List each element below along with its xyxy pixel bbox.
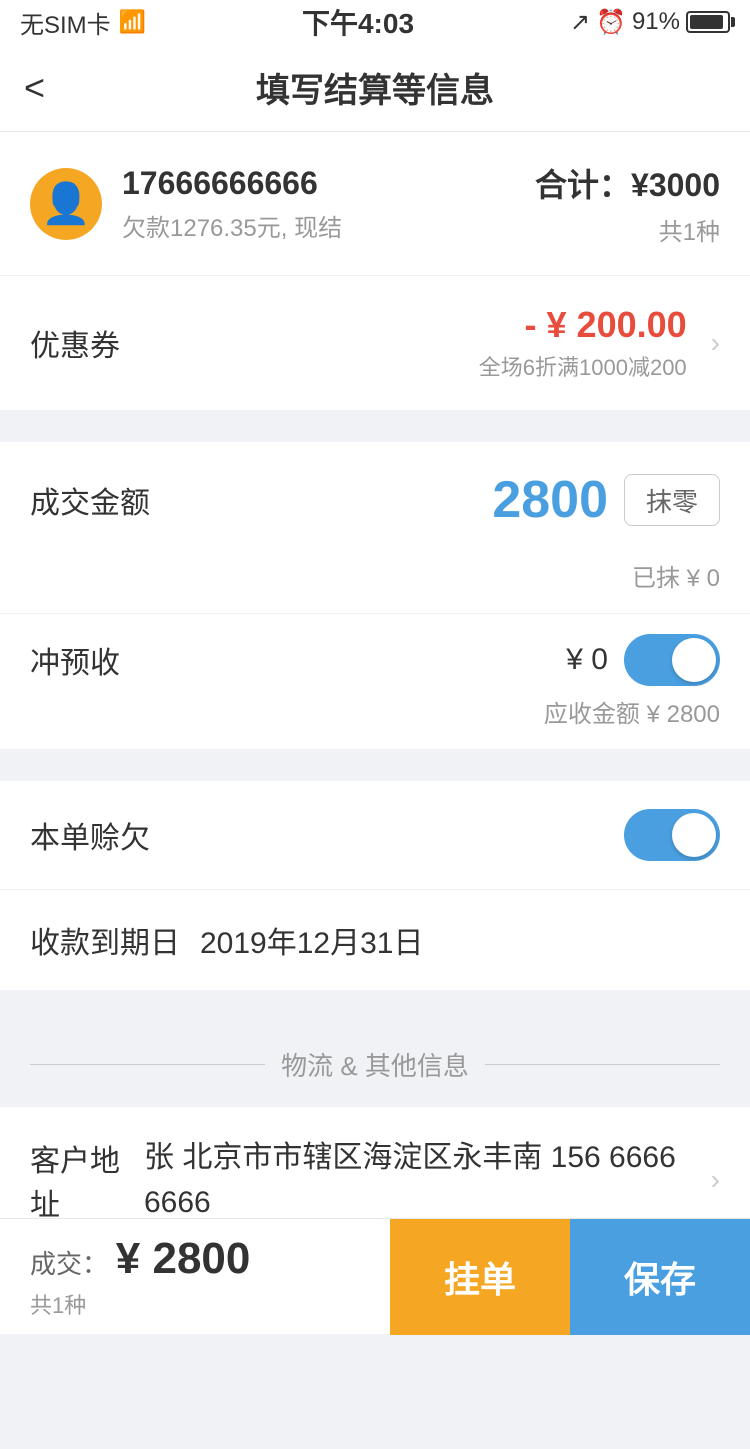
user-info-card: 👤 17666666666 欠款1276.35元, 现结 合计：¥3000 共1… <box>0 132 750 410</box>
bottom-bar: 成交： ¥ 2800 共1种 挂单 保存 <box>0 1218 750 1334</box>
pre-receive-amount: ¥ 0 <box>566 643 608 677</box>
header-line-left <box>30 1064 265 1065</box>
avatar-icon: 👤 <box>41 180 91 227</box>
battery-icon <box>686 11 730 33</box>
user-row: 👤 17666666666 欠款1276.35元, 现结 合计：¥3000 共1… <box>0 132 750 275</box>
total-value: ¥3000 <box>631 167 720 203</box>
user-phone: 17666666666 <box>122 165 535 202</box>
section-divider-1 <box>0 426 750 442</box>
clock-icon: ⏰ <box>596 8 626 37</box>
round-zero-button[interactable]: 抹零 <box>624 474 720 526</box>
battery-fill <box>690 15 723 29</box>
user-info: 17666666666 欠款1276.35元, 现结 <box>122 165 535 243</box>
total-label: 合计： <box>535 167 631 203</box>
save-button[interactable]: 保存 <box>570 1219 750 1335</box>
deal-amount-card: 成交金额 2800 抹零 已抹 ¥ 0 冲预收 ¥ 0 应收金额 ¥ 2800 <box>0 442 750 749</box>
bottom-deal-label: 成交： <box>30 1249 108 1279</box>
page-header: < 填写结算等信息 <box>0 44 750 132</box>
logistics-label: 物流 & 其他信息 <box>281 1046 469 1083</box>
coupon-right-area: - ¥ 200.00 全场6折满1000减200 › <box>120 304 720 382</box>
status-left: 无SIM卡 📶 <box>20 5 146 40</box>
debt-label: 本单赊欠 <box>30 813 624 857</box>
bottom-deal-count: 共1种 <box>30 1288 360 1320</box>
pending-button[interactable]: 挂单 <box>390 1219 570 1335</box>
address-label: 客户地址 <box>30 1136 120 1224</box>
page-title: 填写结算等信息 <box>256 63 494 112</box>
total-amount: 合计：¥3000 <box>535 160 720 206</box>
user-debt: 欠款1276.35元, 现结 <box>122 208 535 243</box>
due-date-row: 收款到期日 2019年12月31日 <box>0 889 750 990</box>
deal-amount-value: 2800 <box>492 470 608 530</box>
section-divider-3 <box>0 1006 750 1022</box>
logistics-section-header: 物流 & 其他信息 <box>0 1022 750 1107</box>
section-divider-2 <box>0 765 750 781</box>
due-date-label: 收款到期日 <box>30 918 180 962</box>
address-chevron-icon: › <box>711 1164 720 1196</box>
pre-receive-right: ¥ 0 <box>120 634 720 686</box>
coupon-row[interactable]: 优惠券 - ¥ 200.00 全场6折满1000减200 › <box>0 275 750 410</box>
location-icon: ↗ <box>570 8 590 37</box>
pre-receive-toggle[interactable] <box>624 634 720 686</box>
pre-receive-row: 冲预收 ¥ 0 <box>0 613 750 694</box>
wifi-icon: 📶 <box>119 9 146 35</box>
status-bar: 无SIM卡 📶 下午4:03 ↗ ⏰ 91% <box>0 0 750 44</box>
avatar: 👤 <box>30 168 102 240</box>
debt-toggle-knob <box>672 813 716 857</box>
status-time: 下午4:03 <box>302 2 414 42</box>
deal-sub-text: 已抹 ¥ 0 <box>0 558 750 613</box>
bottom-deal-amount: ¥ 2800 <box>116 1234 251 1283</box>
bottom-deal-line: 成交： ¥ 2800 <box>30 1234 360 1284</box>
carrier-text: 无SIM卡 <box>20 5 111 40</box>
pre-receive-sub: 应收金额 ¥ 2800 <box>0 694 750 749</box>
coupon-label: 优惠券 <box>30 321 120 365</box>
debt-toggle[interactable] <box>624 809 720 861</box>
due-date-value: 2019年12月31日 <box>200 918 423 962</box>
debt-card: 本单赊欠 收款到期日 2019年12月31日 <box>0 781 750 990</box>
toggle-knob <box>672 638 716 682</box>
total-count: 共1种 <box>535 212 720 247</box>
header-line-right <box>485 1064 720 1065</box>
bottom-summary: 成交： ¥ 2800 共1种 <box>0 1234 390 1320</box>
pre-receive-value: ¥ 0 <box>566 643 608 677</box>
status-right: ↗ ⏰ 91% <box>570 8 730 37</box>
deal-amount-label: 成交金额 <box>30 478 150 522</box>
battery-percent: 91% <box>632 8 680 36</box>
debt-row: 本单赊欠 <box>0 781 750 889</box>
coupon-info: - ¥ 200.00 全场6折满1000减200 <box>479 304 687 382</box>
user-total: 合计：¥3000 共1种 <box>535 160 720 247</box>
deal-amount-right: 2800 抹零 <box>150 470 720 530</box>
address-value: 张 北京市市辖区海淀区永丰南 156 6666 6666 <box>144 1135 703 1225</box>
coupon-amount: - ¥ 200.00 <box>479 304 687 346</box>
back-button[interactable]: < <box>24 67 45 109</box>
deal-amount-row: 成交金额 2800 抹零 <box>0 442 750 558</box>
coupon-desc: 全场6折满1000减200 <box>479 350 687 382</box>
pre-receive-label: 冲预收 <box>30 638 120 682</box>
chevron-right-icon: › <box>711 327 720 359</box>
